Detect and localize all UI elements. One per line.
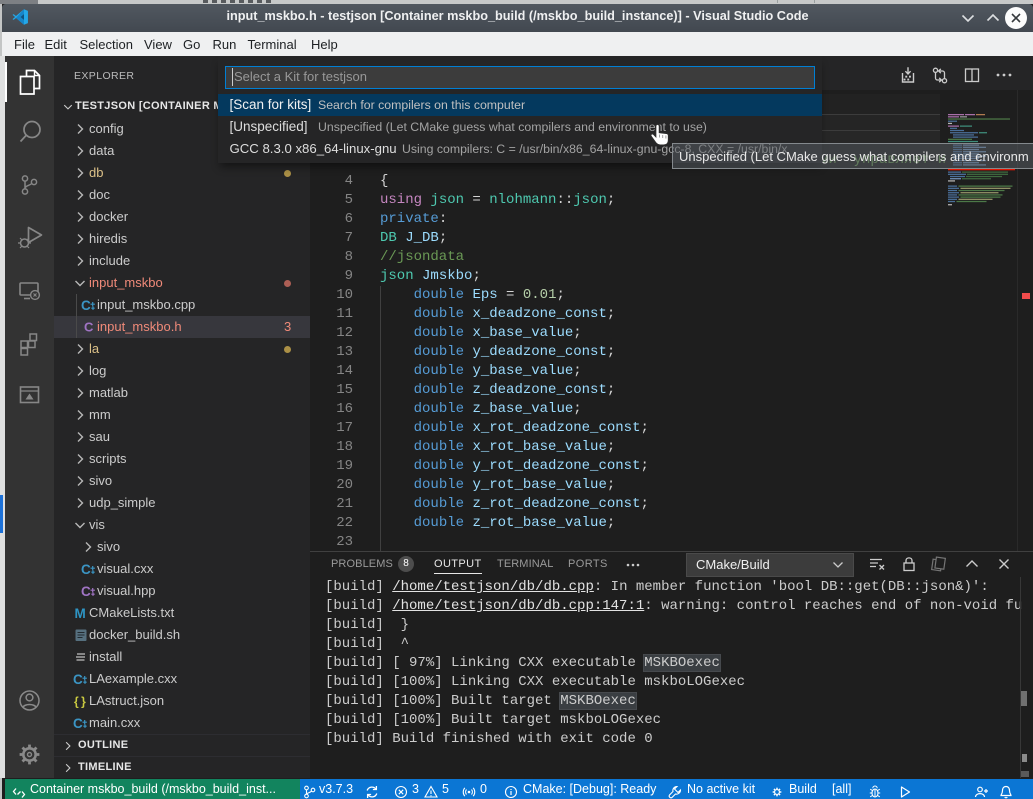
svg-text:C: C (84, 320, 94, 335)
svg-text:C: C (73, 672, 83, 687)
svg-text:C: C (73, 716, 83, 731)
svg-text:C: C (81, 562, 91, 577)
svg-text:C: C (81, 298, 91, 313)
svg-text:C: C (81, 584, 91, 599)
svg-text:M: M (75, 606, 86, 621)
svg-text:{ }: { } (74, 695, 86, 709)
